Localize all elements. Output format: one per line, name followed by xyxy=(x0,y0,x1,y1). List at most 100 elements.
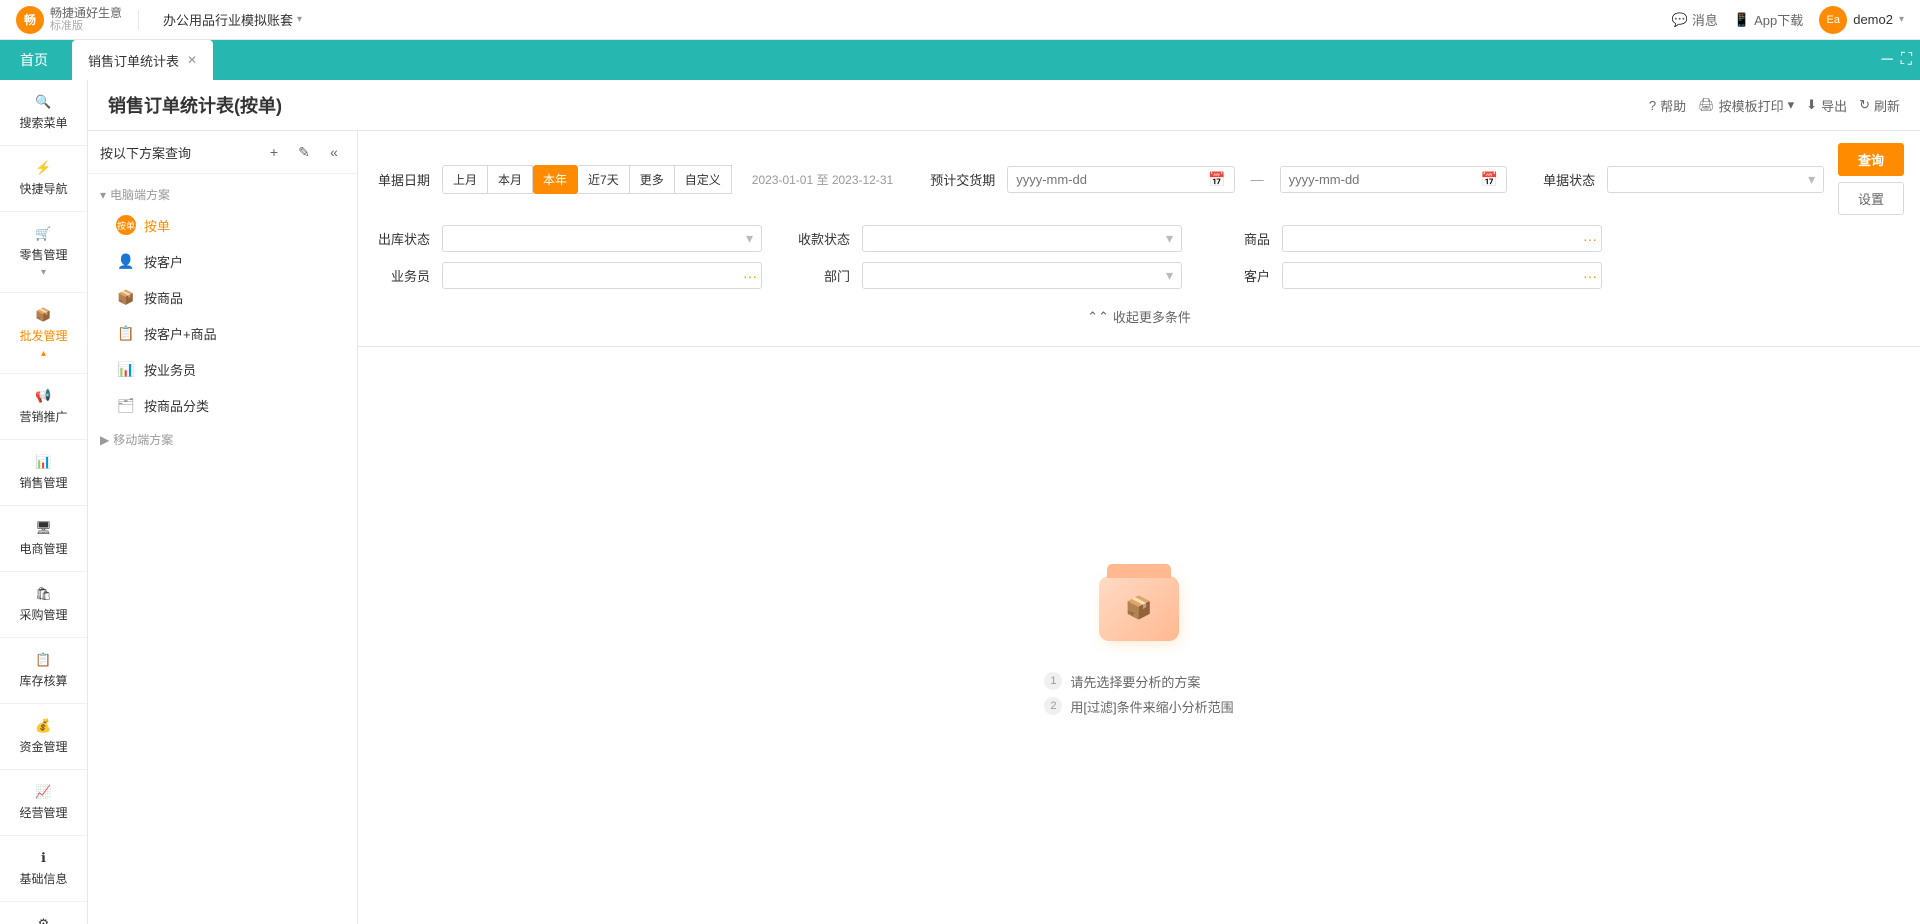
app-download-button[interactable]: 📱 App下载 xyxy=(1734,10,1803,29)
customer-more-btn[interactable]: ··· xyxy=(1579,268,1601,284)
customer-input[interactable] xyxy=(1283,263,1579,288)
filter-row-1: 单据日期 上月 本月 本年 近7天 更多 自定义 2023-01-01 至 20… xyxy=(374,143,1904,215)
empty-illustration: 📦 xyxy=(1079,556,1199,656)
sidebar-item-sales[interactable]: 📊 销售管理 xyxy=(0,440,87,506)
sidebar-item-marketing[interactable]: 📢 营销推广 xyxy=(0,374,87,440)
collapse-filter-button[interactable]: ⌃⌃ 收起更多条件 xyxy=(1079,299,1199,334)
query-btn-group: 查询 设置 xyxy=(1838,143,1904,215)
logo-icon: 畅 xyxy=(16,6,44,34)
collapse-icon: « xyxy=(330,144,338,160)
company-selector[interactable]: 办公用品行业模拟账套 ▾ xyxy=(155,6,310,33)
chevron-down-icon: ▾ xyxy=(100,188,106,202)
date-btn-this-year[interactable]: 本年 xyxy=(533,165,578,194)
sidebar-item-search[interactable]: 🔍 搜索菜单 xyxy=(0,80,87,146)
tree-group-mobile[interactable]: ▶ 移动端方案 xyxy=(88,423,357,452)
sidebar-item-base-info[interactable]: ℹ 基础信息 xyxy=(0,836,87,902)
sidebar-item-retail[interactable]: 🛒 零售管理 ▾ xyxy=(0,212,87,293)
system-icon: ⚙ xyxy=(38,916,50,924)
staff-more-btn[interactable]: ··· xyxy=(739,268,761,284)
sidebar-item-ecommerce[interactable]: 🖥 电商管理 xyxy=(0,506,87,572)
data-area: 📦 1 请先选择要分析的方案 2 用[过滤]条件来缩小分析范围 xyxy=(358,347,1920,924)
expected-date-label: 预计交货期 xyxy=(925,170,995,189)
scheme-by-customer-goods[interactable]: 📋 按客户+商品 xyxy=(104,315,357,351)
goods-input-wrap: ··· xyxy=(1282,225,1602,252)
scheme-by-goods[interactable]: 📦 按商品 xyxy=(104,279,357,315)
template-print-button[interactable]: 🖨 按模板打印 ▾ xyxy=(1698,96,1794,115)
chevron-down-icon: ▾ xyxy=(1899,14,1904,25)
top-bar: 畅 畅捷通好生意 标准版 办公用品行业模拟账套 ▾ 💬 消息 📱 App下载 E… xyxy=(0,0,1920,40)
chevron-down-icon[interactable]: ▾ xyxy=(1800,171,1823,188)
expected-date-end-wrap: 📅 xyxy=(1280,166,1507,193)
expected-date-end-input[interactable] xyxy=(1281,167,1473,192)
user-menu[interactable]: Ea demo2 ▾ xyxy=(1819,6,1904,34)
expected-date-start-wrap: 📅 xyxy=(1007,166,1234,193)
sidebar-item-inventory[interactable]: 📋 库存核算 xyxy=(0,638,87,704)
calendar-icon-end[interactable]: 📅 xyxy=(1473,171,1506,188)
add-scheme-button[interactable]: + xyxy=(263,141,285,163)
message-button[interactable]: 💬 消息 xyxy=(1672,10,1718,29)
sidebar-item-purchase[interactable]: 🛍 采购管理 xyxy=(0,572,87,638)
window-minimize-button[interactable]: ─ xyxy=(1881,51,1892,69)
chevron-right-icon: ▾ xyxy=(41,267,46,278)
filter-area: 单据日期 上月 本月 本年 近7天 更多 自定义 2023-01-01 至 20… xyxy=(358,131,1920,347)
scheme-by-order[interactable]: 按单 按单 xyxy=(104,207,357,243)
tip-item-1: 1 请先选择要分析的方案 xyxy=(1044,672,1233,691)
multi-icon: 📋 xyxy=(116,323,136,343)
chevron-down-icon[interactable]: ▾ xyxy=(1158,230,1181,247)
chevron-down-icon[interactable]: ▾ xyxy=(738,230,761,247)
expected-date-start-input[interactable] xyxy=(1008,167,1200,192)
tree-children-pc: 按单 按单 👤 按客户 📦 按商品 📋 按 xyxy=(88,207,357,423)
delivery-status-select[interactable] xyxy=(443,226,738,251)
department-input[interactable] xyxy=(863,263,1158,288)
export-button[interactable]: ⬇ 导出 xyxy=(1806,96,1847,115)
sidebar-item-wholesale[interactable]: 📦 批发管理 ▴ xyxy=(0,293,87,374)
date-btn-custom[interactable]: 自定义 xyxy=(675,165,732,194)
tab-bar: 首页 销售订单统计表 ✕ ─ ⛶ xyxy=(0,40,1920,80)
sidebar-item-quick-nav[interactable]: ⚡ 快捷导航 xyxy=(0,146,87,212)
scheme-by-category[interactable]: 🗂 按商品分类 xyxy=(104,387,357,423)
refresh-button[interactable]: ↻ 刷新 xyxy=(1859,96,1900,115)
status-select-wrap: ▾ xyxy=(1607,166,1824,193)
tab-home[interactable]: 首页 xyxy=(0,40,68,80)
query-button[interactable]: 查询 xyxy=(1838,143,1904,176)
help-icon: ? xyxy=(1649,98,1656,113)
tab-sales-order-stats[interactable]: 销售订单统计表 ✕ xyxy=(72,40,213,80)
purchase-icon: 🛍 xyxy=(35,586,52,602)
status-select[interactable] xyxy=(1608,167,1800,192)
page-header: 销售订单统计表(按单) ? 帮助 🖨 按模板打印 ▾ ⬇ 导出 ↻ 刷新 xyxy=(88,80,1920,131)
edit-scheme-button[interactable]: ✎ xyxy=(293,141,315,163)
calendar-icon[interactable]: 📅 xyxy=(1200,171,1233,188)
tree-group-pc[interactable]: ▾ 电脑端方案 xyxy=(88,178,357,207)
settings-button[interactable]: 设置 xyxy=(1838,182,1904,215)
logo-text: 畅捷通好生意 标准版 xyxy=(50,6,122,34)
payment-status-select[interactable] xyxy=(863,226,1158,251)
main-content: 🔍 搜索菜单 ⚡ 快捷导航 🛒 零售管理 ▾ 📦 批发管理 ▴ 📢 营销推广 📊… xyxy=(0,80,1920,924)
tab-close-icon[interactable]: ✕ xyxy=(187,53,197,67)
goods-input[interactable] xyxy=(1283,226,1579,251)
sidebar-item-system[interactable]: ⚙ 系统管理 xyxy=(0,902,87,924)
scheme-by-customer[interactable]: 👤 按客户 xyxy=(104,243,357,279)
date-btn-last-7days[interactable]: 近7天 xyxy=(578,165,630,194)
customer-icon: 👤 xyxy=(116,251,136,271)
tip-item-2: 2 用[过滤]条件来缩小分析范围 xyxy=(1044,697,1233,716)
left-panel-header: 按以下方案查询 + ✎ « xyxy=(88,131,357,174)
delivery-status-label: 出库状态 xyxy=(374,229,430,248)
status-label: 单据状态 xyxy=(1539,170,1595,189)
collapse-panel-button[interactable]: « xyxy=(323,141,345,163)
sidebar-item-finance[interactable]: 💰 资金管理 xyxy=(0,704,87,770)
payment-status-label: 收款状态 xyxy=(794,229,850,248)
date-btn-this-month[interactable]: 本月 xyxy=(488,165,533,194)
sidebar: 🔍 搜索菜单 ⚡ 快捷导航 🛒 零售管理 ▾ 📦 批发管理 ▴ 📢 营销推广 📊… xyxy=(0,80,88,924)
goods-more-btn[interactable]: ··· xyxy=(1579,231,1601,247)
date-btn-last-month[interactable]: 上月 xyxy=(442,165,488,194)
window-maximize-button[interactable]: ⛶ xyxy=(1901,51,1912,69)
scheme-by-staff[interactable]: 📊 按业务员 xyxy=(104,351,357,387)
sidebar-item-operations[interactable]: 📈 经营管理 xyxy=(0,770,87,836)
staff-input-wrap: ··· xyxy=(442,262,762,289)
help-button[interactable]: ? 帮助 xyxy=(1649,96,1686,115)
date-btn-more[interactable]: 更多 xyxy=(630,165,675,194)
edit-icon: ✎ xyxy=(298,144,310,161)
staff-input[interactable] xyxy=(443,263,739,288)
chevron-down-icon[interactable]: ▾ xyxy=(1158,267,1181,284)
top-bar-left: 畅 畅捷通好生意 标准版 办公用品行业模拟账套 ▾ xyxy=(16,6,310,34)
